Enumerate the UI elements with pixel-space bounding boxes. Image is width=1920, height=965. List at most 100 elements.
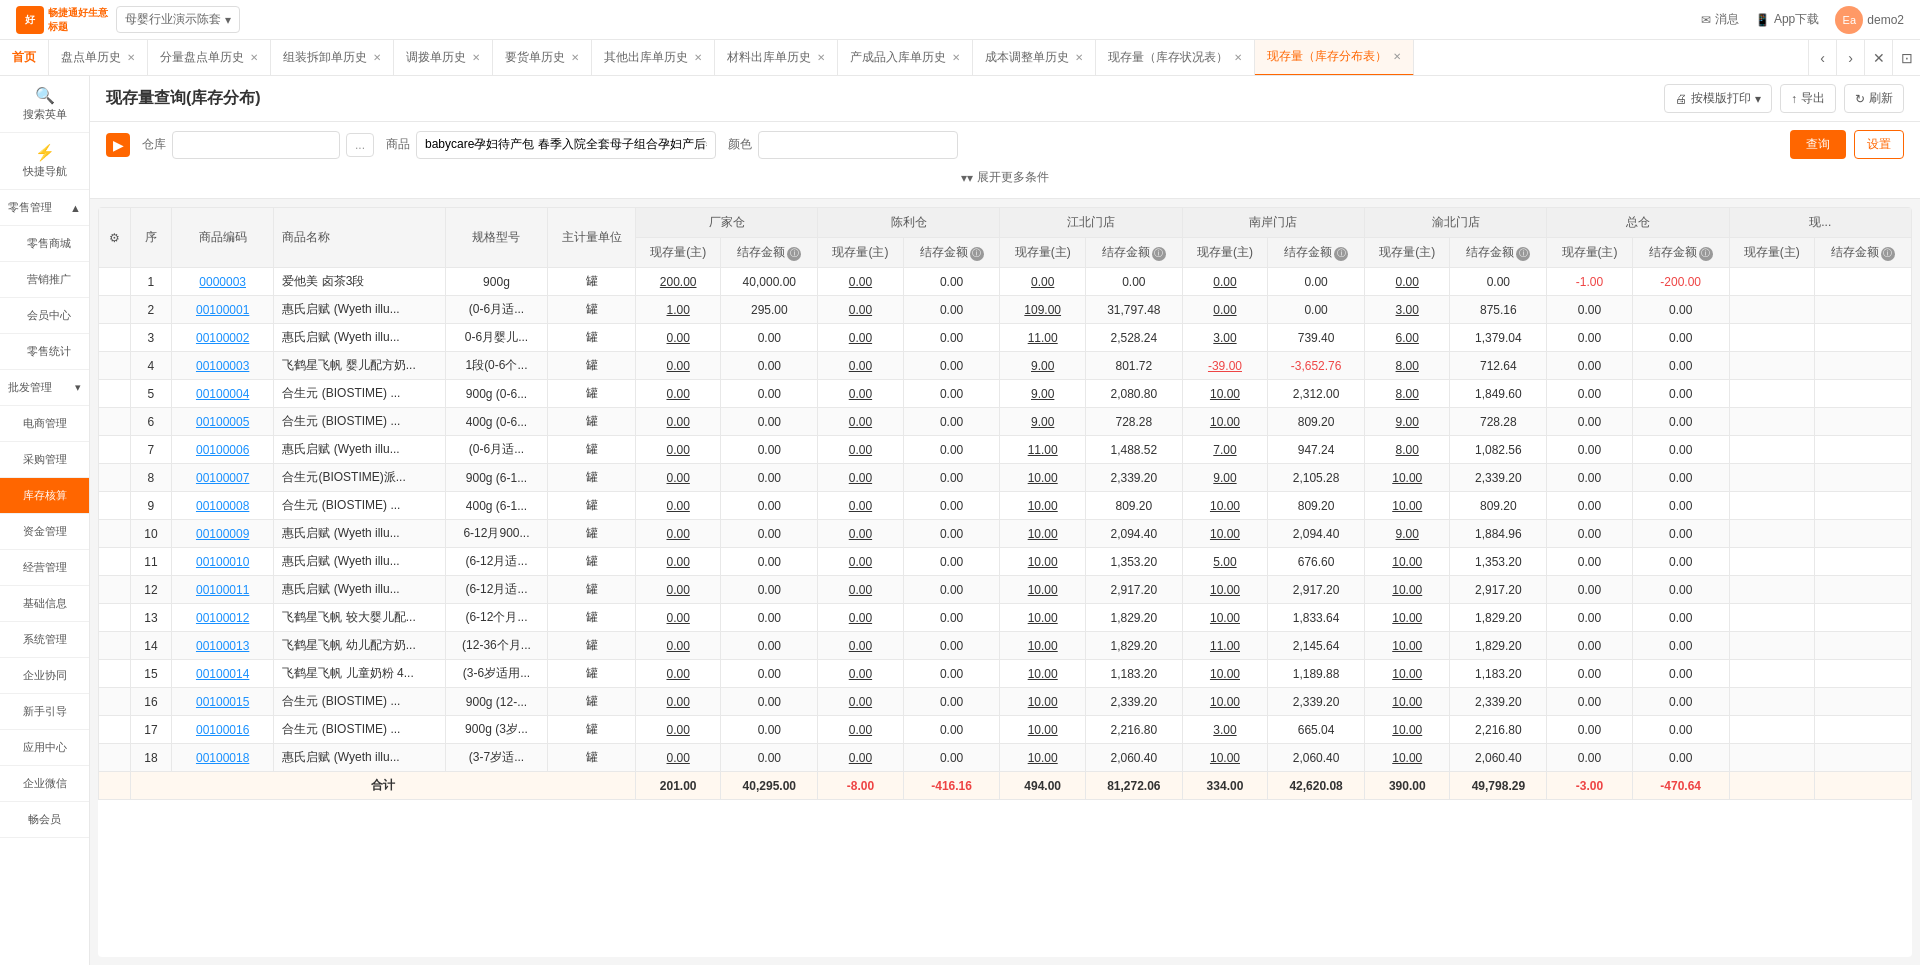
cell-yubeimen-qty: 9.00 xyxy=(1365,520,1450,548)
export-icon: ↑ xyxy=(1791,92,1797,106)
tab-close-8[interactable]: ✕ xyxy=(952,52,960,63)
sidebar-item-apps[interactable]: 应用中心 xyxy=(0,730,89,766)
cell-chenli-qty: 0.00 xyxy=(818,352,903,380)
table-row: 8 00100007 合生元(BIOSTIME)派... 900g (6-1..… xyxy=(99,464,1912,492)
cell-factory-amt: 0.00 xyxy=(721,548,818,576)
cell-spec: 400g (6-1... xyxy=(445,492,548,520)
th-settings[interactable]: ⚙ xyxy=(99,208,131,268)
cell-code: 00100011 xyxy=(171,576,274,604)
cell-nanan-amt: 2,339.20 xyxy=(1268,688,1365,716)
export-btn[interactable]: ↑ 导出 xyxy=(1780,84,1836,113)
info-icon-4[interactable]: ⓘ xyxy=(1334,247,1348,261)
cell-nanan-amt: 0.00 xyxy=(1268,296,1365,324)
cell-name: 飞鹤星飞帆 幼儿配方奶... xyxy=(274,632,445,660)
tab-prev-btn[interactable]: ‹ xyxy=(1808,40,1836,76)
info-icon-1[interactable]: ⓘ xyxy=(787,247,801,261)
sidebar-item-marketing[interactable]: 营销推广 xyxy=(0,262,89,298)
sidebar-item-operations[interactable]: 经营管理 xyxy=(0,550,89,586)
tab-close-10[interactable]: ✕ xyxy=(1234,52,1242,63)
search-icon: 🔍 xyxy=(4,86,85,105)
sidebar-item-finance[interactable]: 资金管理 xyxy=(0,514,89,550)
tab-close-9[interactable]: ✕ xyxy=(1075,52,1083,63)
app-download-btn[interactable]: 📱 App下载 xyxy=(1755,11,1819,28)
cell-settings xyxy=(99,520,131,548)
info-icon-2[interactable]: ⓘ xyxy=(970,247,984,261)
info-icon-3[interactable]: ⓘ xyxy=(1152,247,1166,261)
tab-expand-btn[interactable]: ⊡ xyxy=(1892,40,1920,76)
tab-close-2[interactable]: ✕ xyxy=(250,52,258,63)
tab-chengben[interactable]: 成本调整单历史 ✕ xyxy=(973,40,1096,76)
cell-jiangbei-qty: 9.00 xyxy=(1000,352,1085,380)
setting-btn[interactable]: 设置 xyxy=(1854,130,1904,159)
sidebar-item-retail[interactable]: 零售管理 ▲ xyxy=(0,190,89,226)
tab-close-6[interactable]: ✕ xyxy=(694,52,702,63)
tab-close-5[interactable]: ✕ xyxy=(571,52,579,63)
sidebar-item-members[interactable]: 会员中心 xyxy=(0,298,89,334)
sidebar-item-newbie[interactable]: 新手引导 xyxy=(0,694,89,730)
sidebar-item-search[interactable]: 🔍 搜索英单 xyxy=(0,76,89,133)
sidebar-item-purchase[interactable]: 采购管理 xyxy=(0,442,89,478)
cell-nanan-amt: 2,145.64 xyxy=(1268,632,1365,660)
tab-diaobo[interactable]: 调拨单历史 ✕ xyxy=(394,40,493,76)
cell-nanan-qty: 5.00 xyxy=(1182,548,1267,576)
sidebar-item-vip[interactable]: 畅会员 xyxy=(0,802,89,838)
toggle-btn[interactable]: ▶ xyxy=(106,133,130,157)
cell-yubeimen-qty: 10.00 xyxy=(1365,492,1450,520)
message-btn[interactable]: ✉ 消息 xyxy=(1701,11,1739,28)
sidebar-item-collab[interactable]: 企业协同 xyxy=(0,658,89,694)
topbar-left: 好 畅捷通好生意 标题 母婴行业演示陈套 ▾ xyxy=(16,6,240,34)
cell-yubeimen-amt: 1,082.56 xyxy=(1450,436,1547,464)
tab-cailiao[interactable]: 材料出库单历史 ✕ xyxy=(715,40,838,76)
tab-yaohuo[interactable]: 要货单历史 ✕ xyxy=(493,40,592,76)
tab-qitachuku[interactable]: 其他出库单历史 ✕ xyxy=(592,40,715,76)
color-input[interactable] xyxy=(758,131,958,159)
expand-conditions-btn[interactable]: ▾▾ 展开更多条件 xyxy=(953,165,1057,190)
cell-unit: 罐 xyxy=(548,436,636,464)
info-icon-7[interactable]: ⓘ xyxy=(1881,247,1895,261)
cell-unit: 罐 xyxy=(548,352,636,380)
sidebar-item-basic-info[interactable]: 基础信息 xyxy=(0,586,89,622)
cell-nanan-qty: 10.00 xyxy=(1182,520,1267,548)
sidebar-item-quicknav[interactable]: ⚡ 快捷导航 xyxy=(0,133,89,190)
refresh-btn[interactable]: ↻ 刷新 xyxy=(1844,84,1904,113)
query-btn[interactable]: 查询 xyxy=(1790,130,1846,159)
industry-selector[interactable]: 母婴行业演示陈套 ▾ xyxy=(116,6,240,33)
table-row: 6 00100005 合生元 (BIOSTIME) ... 400g (0-6.… xyxy=(99,408,1912,436)
tab-close-3[interactable]: ✕ xyxy=(373,52,381,63)
sidebar-item-wholesale[interactable]: 批发管理 ▾ xyxy=(0,370,89,406)
user-profile[interactable]: Ea demo2 xyxy=(1835,6,1904,34)
cell-jiangbei-qty: 10.00 xyxy=(1000,688,1085,716)
tab-close[interactable]: ✕ xyxy=(127,52,135,63)
sidebar-item-retail-stats[interactable]: 零售统计 xyxy=(0,334,89,370)
tab-close-7[interactable]: ✕ xyxy=(817,52,825,63)
print-btn[interactable]: 🖨 按模版打印 ▾ xyxy=(1664,84,1772,113)
warehouse-ellipsis-btn[interactable]: ... xyxy=(346,133,374,157)
info-icon-5[interactable]: ⓘ xyxy=(1516,247,1530,261)
sidebar-item-retail-mall[interactable]: 零售商城 xyxy=(0,226,89,262)
info-icon-6[interactable]: ⓘ xyxy=(1699,247,1713,261)
tab-xiancunliang-dist[interactable]: 现存量（库存分布表） ✕ xyxy=(1255,40,1414,76)
cell-num: 18 xyxy=(130,744,171,772)
tab-close-11[interactable]: ✕ xyxy=(1393,51,1401,62)
cell-nanan-amt: 809.20 xyxy=(1268,492,1365,520)
sidebar-item-inventory[interactable]: 库存核算 xyxy=(0,478,89,514)
cell-factory-amt: 0.00 xyxy=(721,660,818,688)
warehouse-input[interactable] xyxy=(172,131,340,159)
tab-close-4[interactable]: ✕ xyxy=(472,52,480,63)
tab-pandian[interactable]: 盘点单历史 ✕ xyxy=(49,40,148,76)
sidebar-item-system[interactable]: 系统管理 xyxy=(0,622,89,658)
tab-xiancunliang-status[interactable]: 现存量（库存状况表） ✕ xyxy=(1096,40,1255,76)
cell-unit: 罐 xyxy=(548,604,636,632)
tab-close-all-btn[interactable]: ✕ xyxy=(1864,40,1892,76)
tab-next-btn[interactable]: › xyxy=(1836,40,1864,76)
sidebar-item-ecommerce[interactable]: 电商管理 xyxy=(0,406,89,442)
tab-chanpin[interactable]: 产成品入库单历史 ✕ xyxy=(838,40,973,76)
tab-home[interactable]: 首页 xyxy=(0,40,49,76)
goods-input[interactable] xyxy=(416,131,716,159)
tab-fenpandian[interactable]: 分量盘点单历史 ✕ xyxy=(148,40,271,76)
sidebar-item-weixin[interactable]: 企业微信 xyxy=(0,766,89,802)
cell-chenli-qty: 0.00 xyxy=(818,688,903,716)
cell-chenli-amt: 0.00 xyxy=(903,632,1000,660)
tab-zuzhuan[interactable]: 组装拆卸单历史 ✕ xyxy=(271,40,394,76)
cell-cur-amt xyxy=(1814,324,1911,352)
